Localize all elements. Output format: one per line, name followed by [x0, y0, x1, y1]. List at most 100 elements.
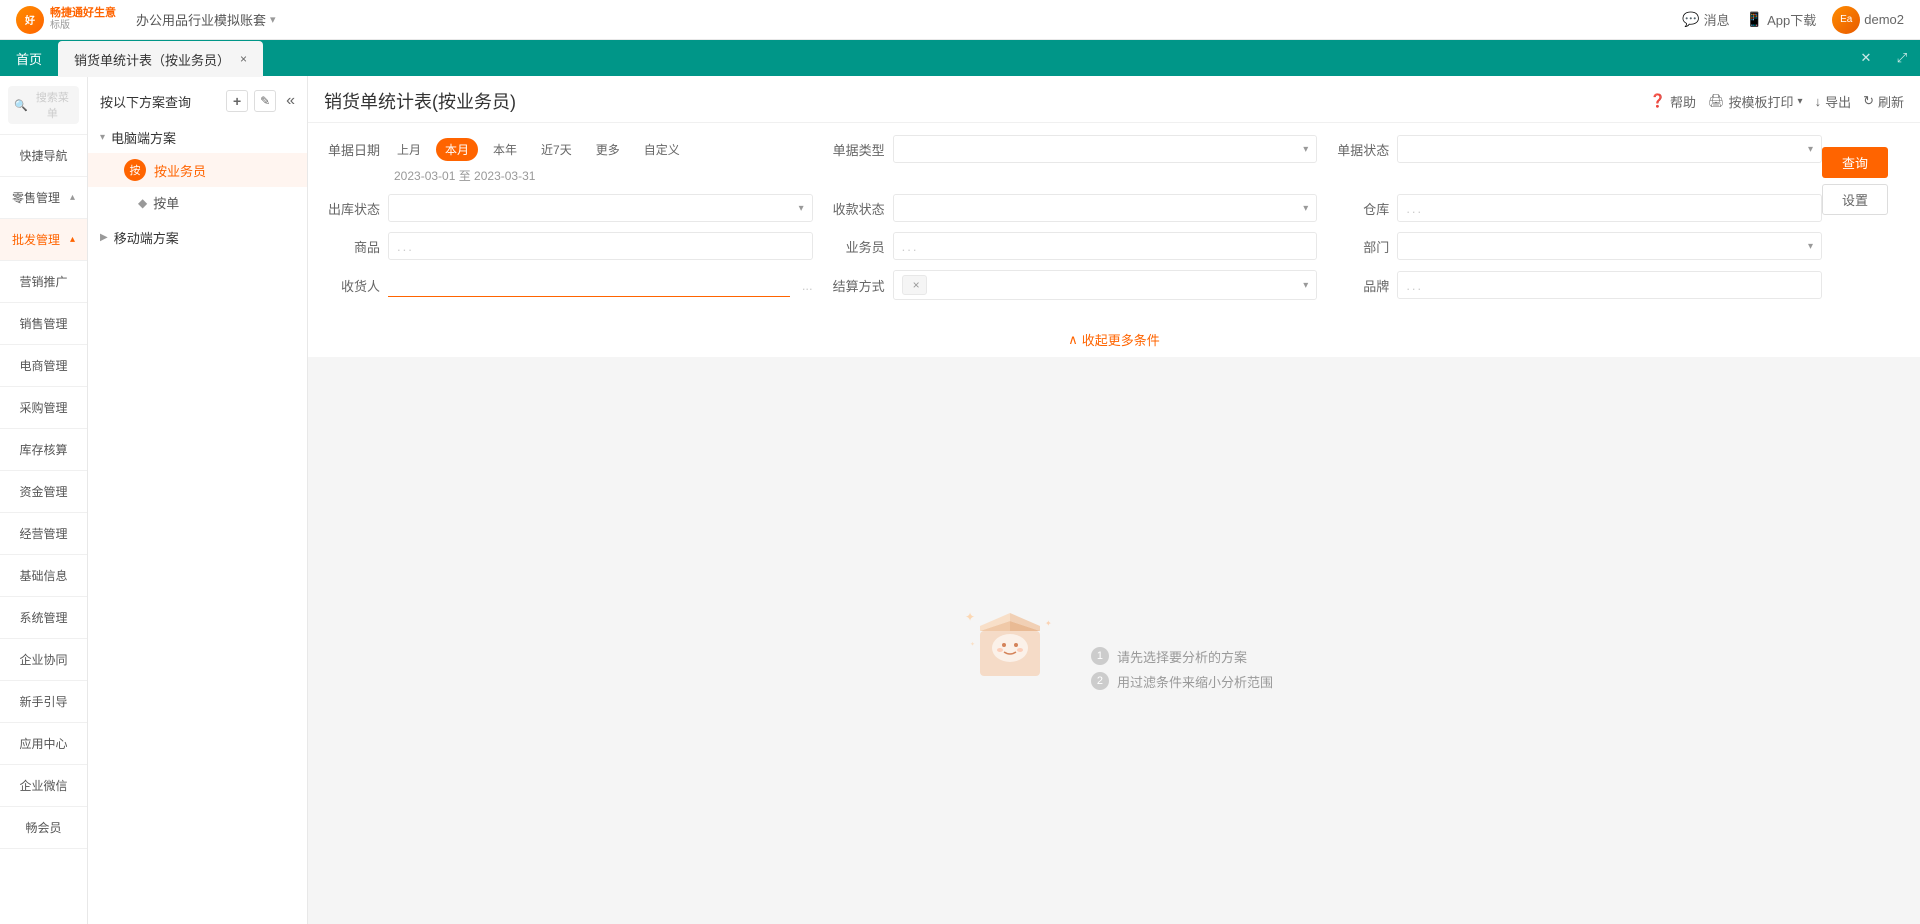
- print-btn[interactable]: 🖨 按模板打印 ▾: [1708, 92, 1803, 111]
- sidebar-item-newbie[interactable]: 新手引导: [0, 681, 87, 723]
- sidebar-item-marketing[interactable]: 营销推广: [0, 261, 87, 303]
- finance-label: 资金管理: [19, 485, 67, 499]
- add-scheme-btn[interactable]: +: [226, 90, 248, 112]
- sidebar-item-retail[interactable]: 零售管理 ▴: [0, 177, 87, 219]
- mobile-scheme-group[interactable]: ▶ 移动端方案: [88, 222, 307, 253]
- scheme-sub-item[interactable]: ◆ 按单: [88, 187, 307, 218]
- tab-close-window-btn[interactable]: ✕: [1848, 40, 1884, 76]
- brand-label: 品牌: [1333, 276, 1389, 295]
- tab-bar: 首页 销货单统计表（按业务员） × ✕ ⤢: [0, 40, 1920, 76]
- collapse-filters-btn[interactable]: ∧ 收起更多条件: [308, 322, 1920, 357]
- export-icon: ↓: [1815, 94, 1822, 109]
- date-btn-7days[interactable]: 近7天: [532, 138, 581, 161]
- payment-select[interactable]: × ▾: [893, 270, 1318, 300]
- doc-status-cell: 单据状态 ▾: [1333, 135, 1822, 163]
- out-status-cell: 出库状态 ▾: [324, 194, 813, 222]
- sidebar-item-basic[interactable]: 基础信息: [0, 555, 87, 597]
- scheme-item-by-salesperson[interactable]: 按 按业务员: [88, 153, 307, 187]
- product-cell: 商品 ...: [324, 232, 813, 260]
- edit-scheme-btn[interactable]: ✎: [254, 90, 276, 112]
- breadcrumb-text: 办公用品行业模拟账套: [136, 10, 266, 29]
- product-select[interactable]: ...: [388, 232, 813, 260]
- date-btn-this-month[interactable]: 本月: [436, 138, 478, 161]
- salesperson-label: 业务员: [829, 237, 885, 256]
- desktop-scheme-label: 电脑端方案: [111, 128, 176, 147]
- left-panel-title: 按以下方案查询: [100, 92, 191, 111]
- enterprise-label: 企业协同: [19, 653, 67, 667]
- collapse-icon: ∧: [1068, 332, 1078, 348]
- help-btn[interactable]: ❓ 帮助: [1650, 92, 1696, 111]
- filter-content: 单据日期 上月 本月 本年 近7天 更多 自定义: [308, 123, 1920, 322]
- print-label: 按模板打印: [1729, 92, 1794, 111]
- filter-section: 单据日期 上月 本月 本年 近7天 更多 自定义: [308, 123, 1920, 357]
- sidebar-item-enterprise[interactable]: 企业协同: [0, 639, 87, 681]
- sidebar-item-wholesale[interactable]: 批发管理 ▴: [0, 219, 87, 261]
- doc-status-select[interactable]: ▾: [1397, 135, 1822, 163]
- sidebar-item-search[interactable]: 🔍 搜索菜单: [0, 76, 87, 135]
- content-area: 按以下方案查询 + ✎ « ▾ 电脑端方案: [88, 76, 1920, 924]
- date-btn-this-year[interactable]: 本年: [484, 138, 526, 161]
- hint-step-1: 1 请先选择要分析的方案: [1091, 647, 1273, 666]
- date-btn-last-month[interactable]: 上月: [388, 138, 430, 161]
- svg-text:✦: ✦: [1045, 619, 1052, 628]
- sidebar-item-apps[interactable]: 应用中心: [0, 723, 87, 765]
- app-download-label: App下载: [1767, 10, 1816, 29]
- department-select[interactable]: ▾: [1397, 232, 1822, 260]
- product-dots: ...: [397, 239, 414, 254]
- sidebar-item-inventory[interactable]: 库存核算: [0, 429, 87, 471]
- tab-sales-stat-label: 销货单统计表（按业务员）: [74, 50, 230, 69]
- warehouse-select[interactable]: ...: [1397, 194, 1822, 222]
- out-status-select[interactable]: ▾: [388, 194, 813, 222]
- tab-home[interactable]: 首页: [0, 40, 58, 76]
- sidebar-item-purchase[interactable]: 采购管理: [0, 387, 87, 429]
- message-btn[interactable]: 💬 消息: [1682, 10, 1729, 29]
- marketing-label: 营销推广: [19, 275, 67, 289]
- brand-select[interactable]: ...: [1397, 271, 1822, 299]
- export-label: 导出: [1825, 92, 1851, 111]
- warehouse-label: 仓库: [1333, 199, 1389, 218]
- phone-icon: 📱: [1746, 11, 1763, 28]
- sidebar-item-wechat[interactable]: 企业微信: [0, 765, 87, 807]
- date-btn-more[interactable]: 更多: [587, 138, 629, 161]
- consignee-input[interactable]: [388, 273, 790, 297]
- sidebar-item-finance[interactable]: 资金管理: [0, 471, 87, 513]
- refresh-btn[interactable]: ↻ 刷新: [1863, 92, 1904, 111]
- breadcrumb[interactable]: 办公用品行业模拟账套 ▾: [136, 10, 276, 29]
- export-btn[interactable]: ↓ 导出: [1815, 92, 1852, 111]
- tab-sales-stat[interactable]: 销货单统计表（按业务员） ×: [58, 41, 263, 77]
- brand-cell: 品牌 ...: [1333, 271, 1822, 299]
- sub-item-label: 按单: [153, 193, 179, 212]
- settings-btn[interactable]: 设置: [1822, 184, 1888, 215]
- receipt-status-select[interactable]: ▾: [893, 194, 1318, 222]
- sub-item-icon: ◆: [138, 196, 147, 210]
- logo-icon: 好: [16, 6, 44, 34]
- app-sub: 标版: [50, 20, 116, 32]
- sidebar-item-ecommerce[interactable]: 电商管理: [0, 345, 87, 387]
- print-arrow-icon: ▾: [1798, 96, 1803, 107]
- sidebar: 🔍 搜索菜单 快捷导航 零售管理 ▴ 批发管理 ▴ 营销推广 销售管理 电商管理…: [0, 76, 88, 924]
- sidebar-item-sales[interactable]: 销售管理: [0, 303, 87, 345]
- desktop-scheme-group[interactable]: ▾ 电脑端方案: [88, 122, 307, 153]
- salesperson-select[interactable]: ...: [893, 232, 1318, 260]
- doc-type-cell: 单据类型 ▾: [829, 135, 1318, 163]
- doc-type-select[interactable]: ▾: [893, 135, 1318, 163]
- user-profile[interactable]: Ea demo2: [1832, 6, 1904, 34]
- tab-bar-actions: ✕ ⤢: [1848, 40, 1920, 76]
- date-btn-custom[interactable]: 自定义: [635, 138, 689, 161]
- breadcrumb-arrow-icon: ▾: [270, 13, 276, 26]
- page-actions: ❓ 帮助 🖨 按模板打印 ▾ ↓ 导出 ↻: [1650, 92, 1904, 111]
- payment-clear-btn[interactable]: ×: [913, 278, 920, 292]
- empty-content: ✦ ✦ ✦ 1 请先选择要分析的方案 2: [955, 591, 1273, 691]
- tab-close-icon[interactable]: ×: [240, 52, 247, 66]
- tab-expand-btn[interactable]: ⤢: [1884, 40, 1920, 76]
- collapse-panel-btn[interactable]: «: [286, 92, 295, 110]
- sidebar-item-operation[interactable]: 经营管理: [0, 513, 87, 555]
- query-btn[interactable]: 查询: [1822, 147, 1888, 178]
- sidebar-item-member[interactable]: 畅会员: [0, 807, 87, 849]
- sidebar-item-system[interactable]: 系统管理: [0, 597, 87, 639]
- inventory-label: 库存核算: [19, 443, 67, 457]
- system-label: 系统管理: [19, 611, 67, 625]
- sidebar-item-shortcut[interactable]: 快捷导航: [0, 135, 87, 177]
- page-title: 销货单统计表(按业务员): [324, 88, 516, 114]
- app-download-btn[interactable]: 📱 App下载: [1746, 10, 1817, 29]
